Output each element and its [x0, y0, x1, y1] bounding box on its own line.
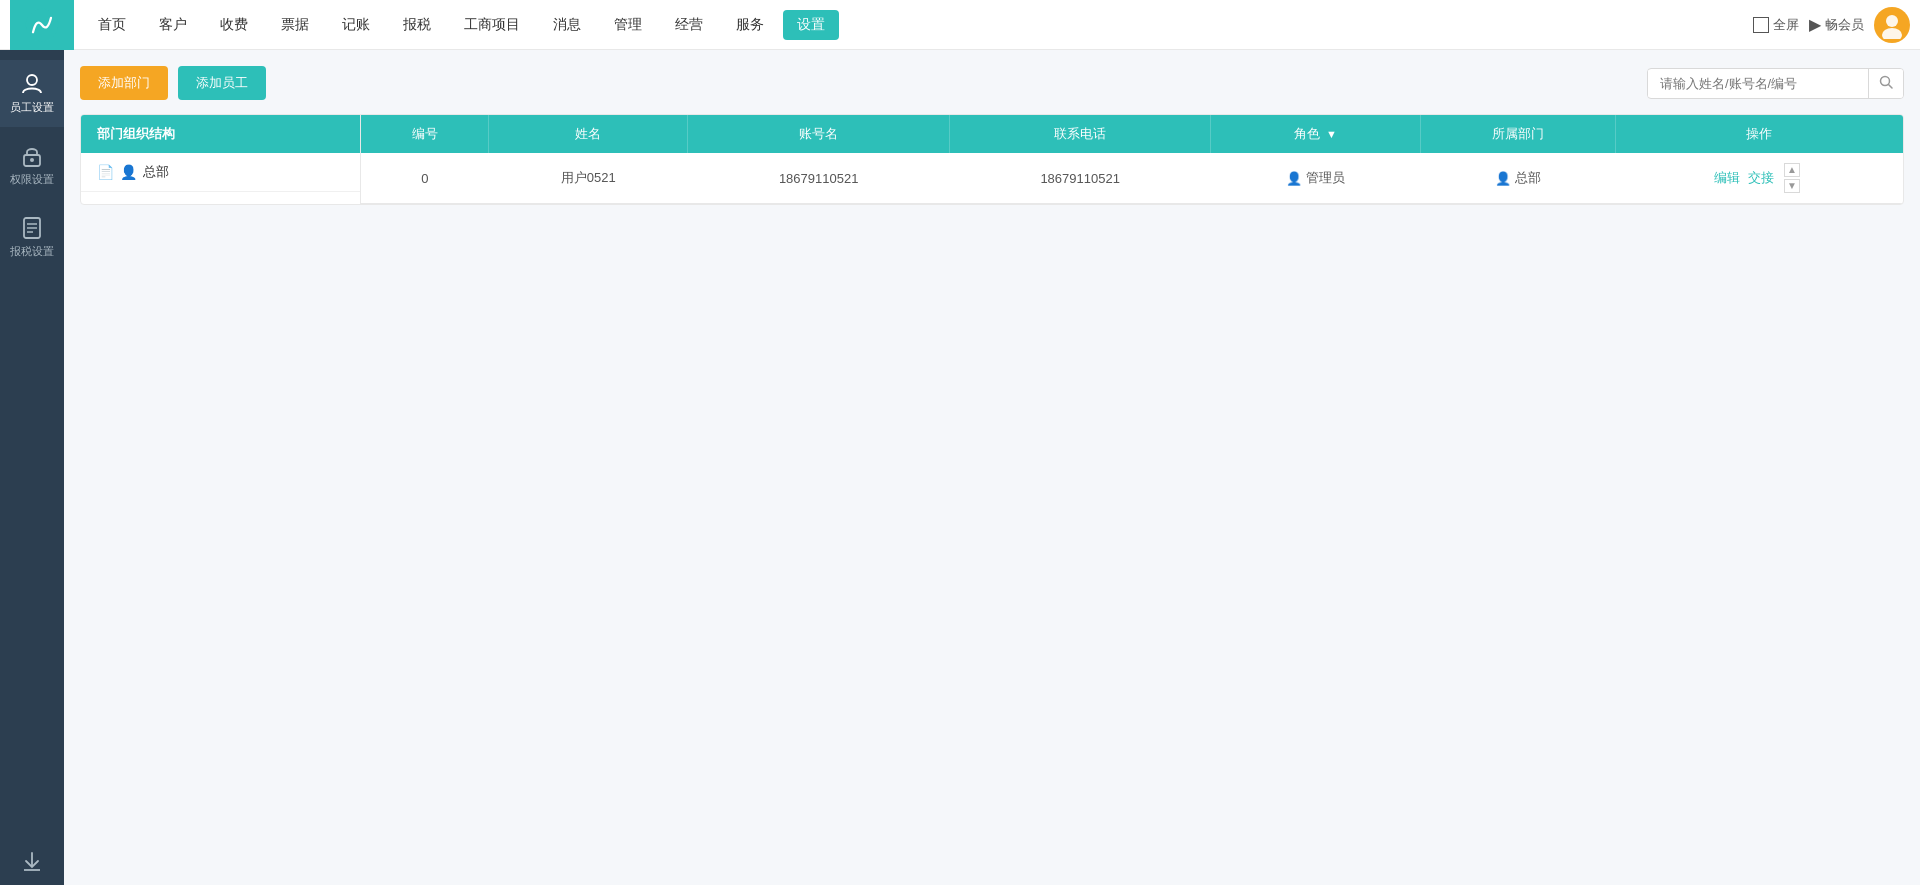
sidebar-item-tax[interactable]: 报税设置 — [0, 204, 64, 271]
cell-name: 用户0521 — [489, 153, 688, 204]
nav-item-管理[interactable]: 管理 — [600, 10, 656, 40]
fullscreen-button[interactable]: 全屏 — [1753, 16, 1799, 34]
row-scroll-arrows: ▲ ▼ — [1780, 163, 1804, 193]
svg-line-12 — [1889, 84, 1893, 88]
person-icon — [20, 72, 44, 96]
report-icon — [20, 216, 44, 240]
col-header-account: 账号名 — [688, 115, 950, 153]
nav-item-服务[interactable]: 服务 — [722, 10, 778, 40]
search-button[interactable] — [1868, 69, 1903, 98]
sidebar-item-employee[interactable]: 员工设置 — [0, 60, 64, 127]
col-header-id: 编号 — [361, 115, 489, 153]
scroll-up-button[interactable]: ▲ — [1784, 163, 1800, 177]
sidebar-item-permission-label: 权限设置 — [10, 172, 54, 187]
content-panel: 部门组织结构 📄 👤 总部 编号 姓名 账号名 联系电话 — [80, 114, 1904, 205]
member-label: 畅会员 — [1825, 16, 1864, 34]
table-header-row: 编号 姓名 账号名 联系电话 角色 ▼ 所属部门 操作 — [361, 115, 1903, 153]
col-header-actions: 操作 — [1615, 115, 1903, 153]
edit-link[interactable]: 编辑 — [1714, 169, 1740, 187]
role-icon: 👤 — [1286, 171, 1302, 186]
dept-user-icon: 👤 — [120, 164, 137, 180]
dept-root-label: 总部 — [143, 163, 169, 181]
sidebar-item-permission[interactable]: 权限设置 — [0, 132, 64, 199]
filter-icon[interactable]: ▼ — [1326, 128, 1337, 140]
nav-item-消息[interactable]: 消息 — [539, 10, 595, 40]
cell-dept: 👤 总部 — [1421, 153, 1615, 204]
nav-menu: 首页客户收费票据记账报税工商项目消息管理经营服务设置 — [84, 10, 1753, 40]
col-header-name: 姓名 — [489, 115, 688, 153]
fullscreen-label: 全屏 — [1773, 16, 1799, 34]
nav-item-设置[interactable]: 设置 — [783, 10, 839, 40]
sidebar: 员工设置 权限设置 报税设置 — [0, 50, 64, 885]
col-header-dept: 所属部门 — [1421, 115, 1615, 153]
sidebar-download-button[interactable] — [0, 837, 64, 885]
cell-actions: 编辑 交接 ▲ ▼ — [1615, 153, 1903, 203]
search-input[interactable] — [1648, 70, 1868, 97]
cell-role: 👤 管理员 — [1211, 153, 1421, 204]
top-navigation: 首页客户收费票据记账报税工商项目消息管理经营服务设置 全屏 ▶ 畅会员 — [0, 0, 1920, 50]
sidebar-item-employee-label: 员工设置 — [10, 100, 54, 115]
member-button[interactable]: ▶ 畅会员 — [1809, 15, 1864, 34]
transfer-link[interactable]: 交接 — [1748, 169, 1774, 187]
avatar[interactable] — [1874, 7, 1910, 43]
sidebar-item-tax-label: 报税设置 — [10, 244, 54, 259]
nav-item-记账[interactable]: 记账 — [328, 10, 384, 40]
nav-item-票据[interactable]: 票据 — [267, 10, 323, 40]
dept-panel: 部门组织结构 📄 👤 总部 — [81, 115, 361, 204]
svg-point-5 — [30, 158, 34, 162]
nav-item-经营[interactable]: 经营 — [661, 10, 717, 40]
cell-id: 0 — [361, 153, 489, 204]
table-row: 0 用户0521 18679110521 18679110521 👤 管理员 👤… — [361, 153, 1903, 204]
video-icon: ▶ — [1809, 15, 1821, 34]
main-layout: 员工设置 权限设置 报税设置 — [0, 50, 1920, 885]
svg-point-2 — [1882, 28, 1902, 39]
col-header-phone: 联系电话 — [949, 115, 1211, 153]
cell-account: 18679110521 — [688, 153, 950, 204]
nav-item-收费[interactable]: 收费 — [206, 10, 262, 40]
svg-point-3 — [27, 75, 37, 85]
add-employee-button[interactable]: 添加员工 — [178, 66, 266, 100]
nav-item-报税[interactable]: 报税 — [389, 10, 445, 40]
main-content: 添加部门 添加员工 部门组织结构 📄 👤 总部 — [64, 50, 1920, 885]
dept-tree-item-root[interactable]: 📄 👤 总部 — [81, 153, 360, 192]
action-bar: 添加部门 添加员工 — [80, 66, 1904, 100]
fullscreen-icon — [1753, 17, 1769, 33]
file-icon: 📄 — [97, 164, 114, 180]
lock-icon — [20, 144, 44, 168]
logo — [10, 0, 74, 50]
nav-item-客户[interactable]: 客户 — [145, 10, 201, 40]
search-box — [1647, 68, 1904, 99]
dept-user-icon: 👤 — [1495, 171, 1511, 186]
nav-item-首页[interactable]: 首页 — [84, 10, 140, 40]
nav-right-area: 全屏 ▶ 畅会员 — [1753, 7, 1910, 43]
add-dept-button[interactable]: 添加部门 — [80, 66, 168, 100]
employee-table: 编号 姓名 账号名 联系电话 角色 ▼ 所属部门 操作 — [361, 115, 1903, 204]
cell-phone: 18679110521 — [949, 153, 1211, 204]
employee-table-panel: 编号 姓名 账号名 联系电话 角色 ▼ 所属部门 操作 — [361, 115, 1903, 204]
svg-point-1 — [1886, 15, 1898, 27]
scroll-down-button[interactable]: ▼ — [1784, 179, 1800, 193]
col-header-role: 角色 ▼ — [1211, 115, 1421, 153]
dept-panel-header: 部门组织结构 — [81, 115, 360, 153]
nav-item-工商项目[interactable]: 工商项目 — [450, 10, 534, 40]
